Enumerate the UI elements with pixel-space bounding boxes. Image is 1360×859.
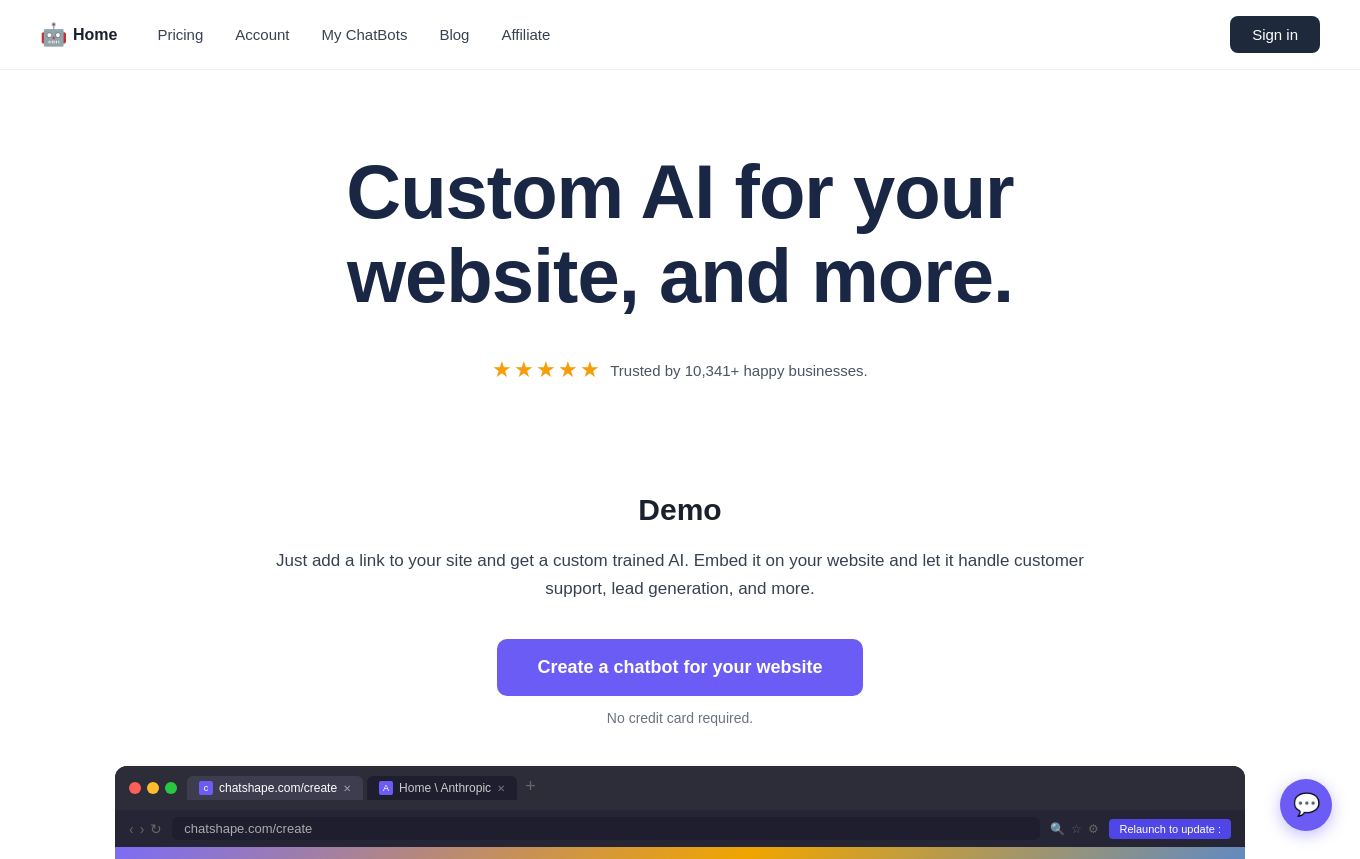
browser-dots [129, 782, 177, 794]
nav-account[interactable]: Account [235, 26, 289, 43]
star-rating: ★ ★ ★ ★ ★ [492, 357, 600, 383]
floating-chat-button[interactable]: 💬 [1280, 779, 1332, 831]
navbar-right: Sign in [1230, 16, 1320, 53]
forward-button[interactable]: › [140, 821, 145, 837]
refresh-button[interactable]: ↻ [150, 821, 162, 837]
back-button[interactable]: ‹ [129, 821, 134, 837]
logo-text: Home [73, 26, 117, 44]
navbar: 🤖 Home Pricing Account My ChatBots Blog … [0, 0, 1360, 70]
navbar-left: 🤖 Home Pricing Account My ChatBots Blog … [40, 22, 550, 48]
cta-container: Create a chatbot for your website [40, 639, 1320, 710]
dot-minimize[interactable] [147, 782, 159, 794]
navbar-links: Pricing Account My ChatBots Blog Affilia… [157, 26, 550, 43]
tab-close-1[interactable]: ✕ [343, 783, 351, 794]
nav-arrows: ‹ › ↻ [129, 821, 162, 837]
browser-tabs: c chatshape.com/create ✕ A Home \ Anthro… [187, 776, 1231, 800]
tab-favicon-2: A [379, 781, 393, 795]
nav-affiliate[interactable]: Affiliate [501, 26, 550, 43]
nav-pricing[interactable]: Pricing [157, 26, 203, 43]
dot-maximize[interactable] [165, 782, 177, 794]
browser-nav: ‹ › ↻ chatshape.com/create 🔍 ☆ ⚙ Relaunc… [115, 810, 1245, 847]
browser-actions: 🔍 ☆ ⚙ [1050, 822, 1099, 836]
cta-button[interactable]: Create a chatbot for your website [497, 639, 862, 696]
demo-title: Demo [40, 493, 1320, 527]
zoom-icon[interactable]: 🔍 [1050, 822, 1065, 836]
extensions-icon[interactable]: ⚙ [1088, 822, 1099, 836]
hero-title: Custom AI for your website, and more. [230, 150, 1130, 317]
dot-close[interactable] [129, 782, 141, 794]
nav-blog[interactable]: Blog [439, 26, 469, 43]
home-logo[interactable]: 🤖 Home [40, 22, 117, 48]
relaunch-button[interactable]: Relaunch to update : [1109, 819, 1231, 839]
browser-window: c chatshape.com/create ✕ A Home \ Anthro… [115, 766, 1245, 859]
demo-description: Just add a link to your site and get a c… [250, 547, 1110, 603]
preview-section: c chatshape.com/create ✕ A Home \ Anthro… [0, 746, 1360, 859]
star-2: ★ [514, 357, 534, 383]
star-5: ★ [580, 357, 600, 383]
new-tab-button[interactable]: + [525, 776, 536, 800]
no-credit-card-text: No credit card required. [40, 710, 1320, 726]
address-bar[interactable]: chatshape.com/create [172, 817, 1040, 840]
logo-icon: 🤖 [40, 22, 67, 48]
chat-icon: 💬 [1293, 792, 1320, 818]
signin-button[interactable]: Sign in [1230, 16, 1320, 53]
tab-label-1: chatshape.com/create [219, 781, 337, 795]
tab-chatshape[interactable]: c chatshape.com/create ✕ [187, 776, 363, 800]
hero-section: Custom AI for your website, and more. ★ … [0, 70, 1360, 463]
tab-close-2[interactable]: ✕ [497, 783, 505, 794]
star-3: ★ [536, 357, 556, 383]
star-4: ★ [558, 357, 578, 383]
nav-chatbots[interactable]: My ChatBots [322, 26, 408, 43]
browser-content: Create chatbot [115, 847, 1245, 859]
demo-section: Demo Just add a link to your site and ge… [0, 463, 1360, 746]
star-1: ★ [492, 357, 512, 383]
rating-text: Trusted by 10,341+ happy businesses. [610, 362, 868, 379]
tab-anthropic[interactable]: A Home \ Anthropic ✕ [367, 776, 517, 800]
tab-label-2: Home \ Anthropic [399, 781, 491, 795]
bookmark-icon[interactable]: ☆ [1071, 822, 1082, 836]
tab-favicon-1: c [199, 781, 213, 795]
hero-rating: ★ ★ ★ ★ ★ Trusted by 10,341+ happy busin… [40, 357, 1320, 383]
browser-chrome: c chatshape.com/create ✕ A Home \ Anthro… [115, 766, 1245, 810]
